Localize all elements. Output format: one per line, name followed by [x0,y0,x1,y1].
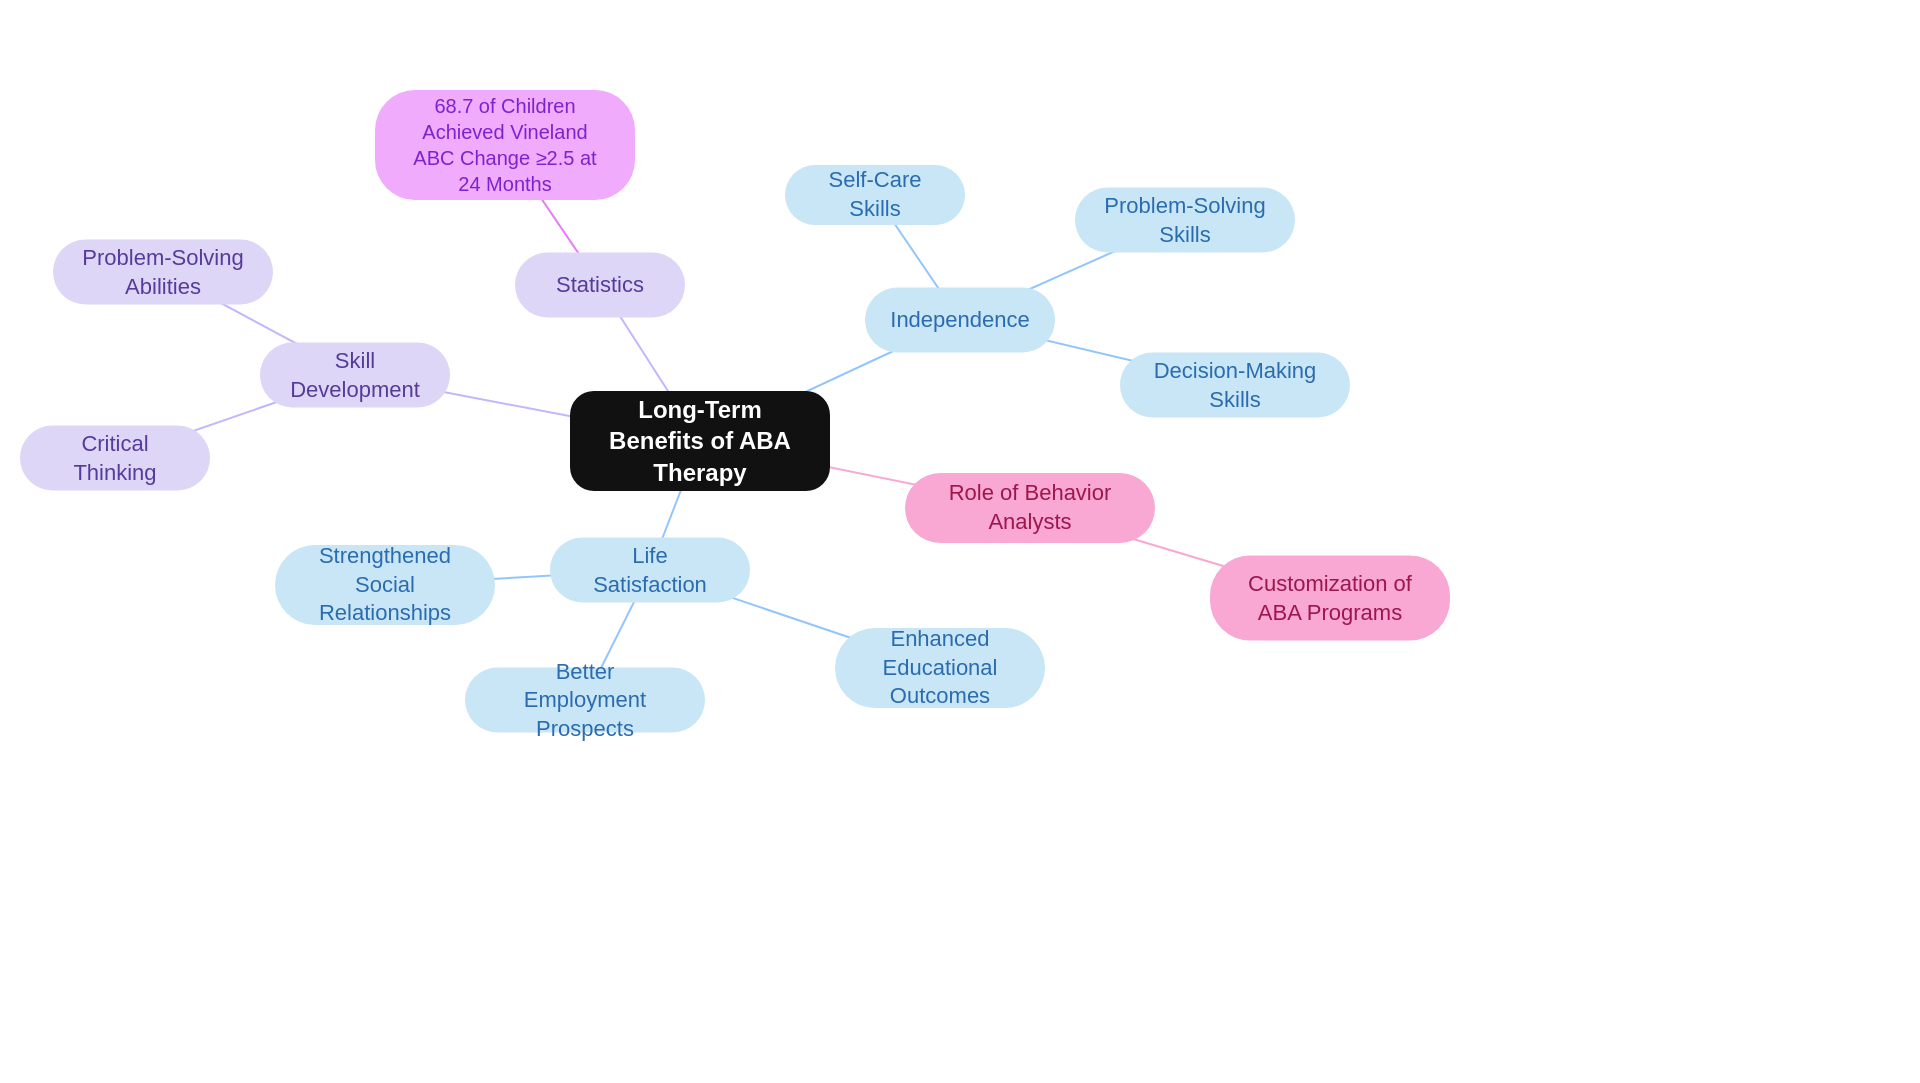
customization-node: Customization of ABA Programs [1210,556,1450,641]
self-care-node: Self-Care Skills [785,165,965,225]
role-behavior-node: Role of Behavior Analysts [905,473,1155,543]
skill-development-node: Skill Development [260,343,450,408]
decision-making-node: Decision-Making Skills [1120,353,1350,418]
statistics-node: Statistics [515,253,685,318]
center-node: Long-Term Benefits of ABA Therapy [570,391,830,491]
independence-node: Independence [865,288,1055,353]
enhanced-educational-node: Enhanced Educational Outcomes [835,628,1045,708]
problem-solving-abilities-node: Problem-Solving Abilities [53,240,273,305]
stat-detail-node: 68.7 of Children Achieved Vineland ABC C… [375,90,635,200]
life-satisfaction-node: Life Satisfaction [550,538,750,603]
strengthened-social-node: Strengthened Social Relationships [275,545,495,625]
problem-solving-skills-node: Problem-Solving Skills [1075,188,1295,253]
critical-thinking-node: Critical Thinking [20,426,210,491]
better-employment-node: Better Employment Prospects [465,668,705,733]
